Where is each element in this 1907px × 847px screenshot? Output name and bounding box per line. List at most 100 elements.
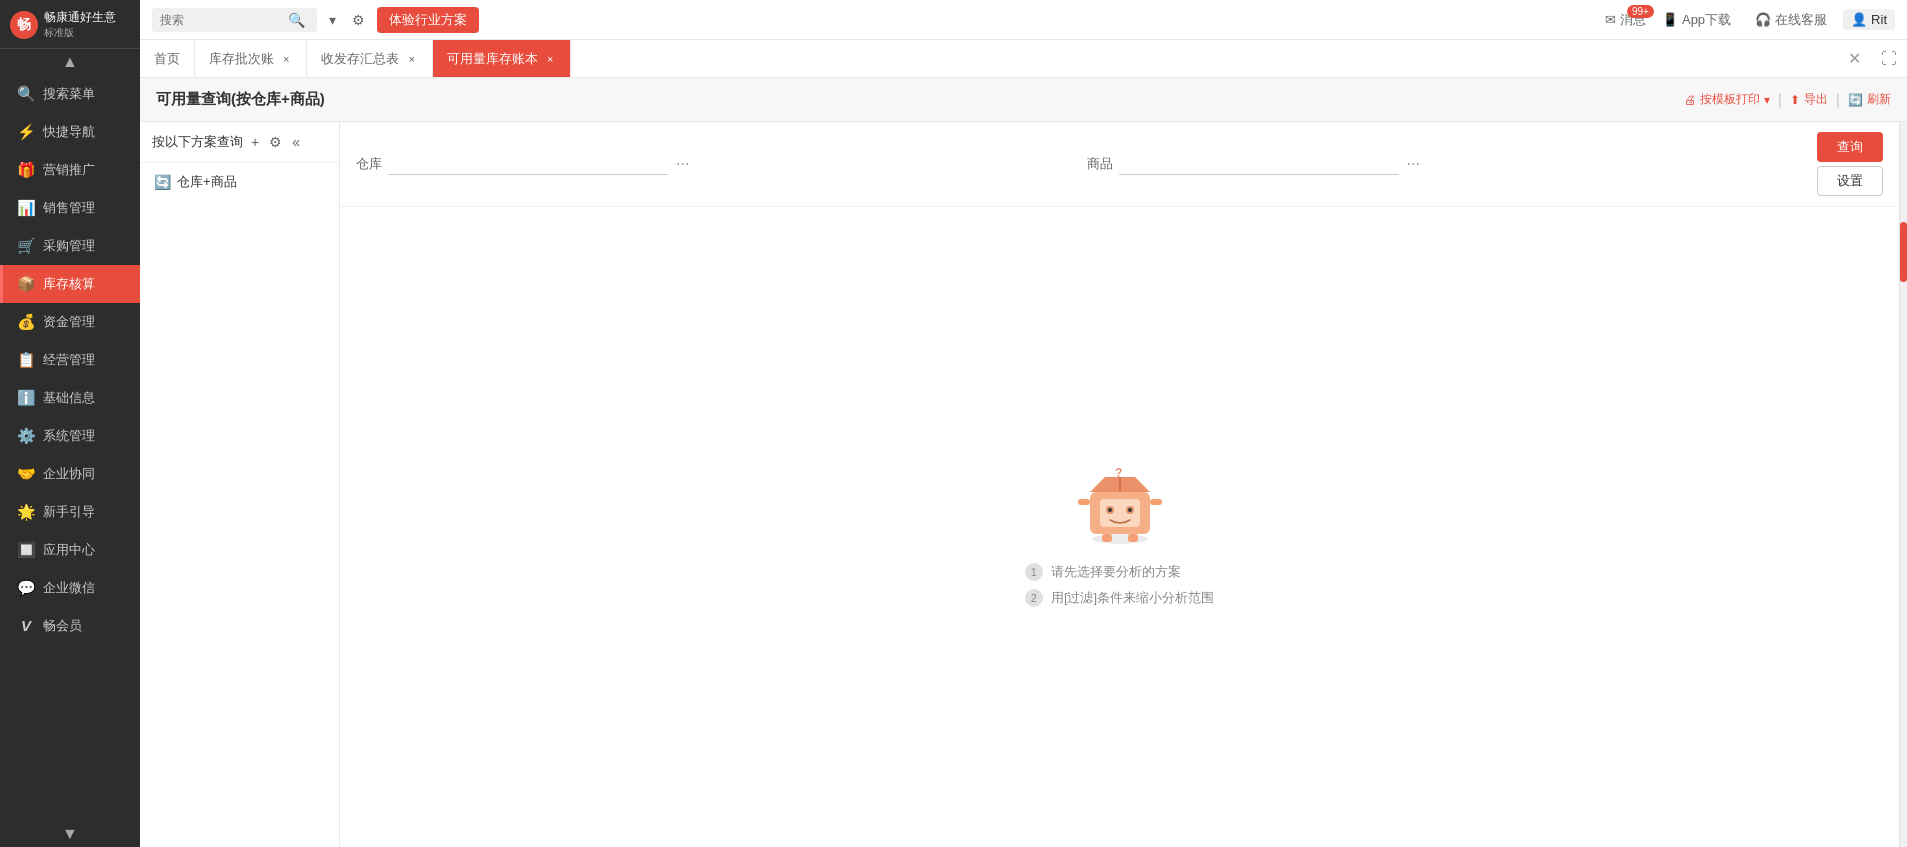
wechat-icon: 💬 <box>17 579 35 597</box>
svg-text:?: ? <box>1115 466 1122 480</box>
sidebar-item-search[interactable]: 🔍 搜索菜单 <box>0 75 140 113</box>
enterprise-icon: 🤝 <box>17 465 35 483</box>
window-controls: ✕ ⛶ <box>1838 40 1907 77</box>
user-avatar: 👤 <box>1851 12 1867 27</box>
marketing-icon: 🎁 <box>17 161 35 179</box>
refresh-btn[interactable]: 🔄 刷新 <box>1848 91 1891 108</box>
export-btn[interactable]: ⬆ 导出 <box>1790 91 1828 108</box>
tab-batch-ledger[interactable]: 库存批次账 × <box>195 40 307 77</box>
search-icon: 🔍 <box>17 85 35 103</box>
svg-point-0 <box>1092 534 1148 544</box>
online-service-btn[interactable]: 🎧 在线客服 <box>1747 11 1835 29</box>
sidebar-item-inventory[interactable]: 📦 库存核算 <box>0 265 140 303</box>
empty-hint-1: 1 请先选择要分析的方案 <box>1025 563 1214 581</box>
search-icon-btn[interactable]: 🔍 <box>284 10 309 30</box>
goods-label: 商品 <box>1087 155 1113 173</box>
search-input[interactable] <box>160 13 280 27</box>
svg-rect-11 <box>1128 534 1138 542</box>
right-panel: 仓库 ··· 商品 ··· 查询 设置 <box>340 122 1899 847</box>
sidebar-item-guide[interactable]: 🌟 新手引导 <box>0 493 140 531</box>
sales-icon: 📊 <box>17 199 35 217</box>
sidebar: 畅 畅康通好生意 标准版 ▲ 🔍 搜索菜单 ⚡ 快捷导航 🎁 营销推广 📊 销售… <box>0 0 140 847</box>
sidebar-item-marketing[interactable]: 🎁 营销推广 <box>0 151 140 189</box>
warehouse-input[interactable] <box>388 153 668 175</box>
sidebar-item-basic-info[interactable]: ℹ️ 基础信息 <box>0 379 140 417</box>
goods-more-btn[interactable]: ··· <box>1405 153 1422 175</box>
dropdown-btn[interactable]: ▾ <box>325 10 340 30</box>
system-icon: ⚙️ <box>17 427 35 445</box>
message-btn[interactable]: ✉ 消息 99+ <box>1605 11 1646 29</box>
goods-input[interactable] <box>1119 153 1399 175</box>
right-scrollbar[interactable] <box>1899 122 1907 847</box>
user-profile-btn[interactable]: 👤 Rit <box>1843 9 1895 30</box>
headset-icon: 🎧 <box>1755 12 1771 27</box>
tab-close-available-ledger[interactable]: × <box>544 52 556 66</box>
sidebar-menu: 🔍 搜索菜单 ⚡ 快捷导航 🎁 营销推广 📊 销售管理 🛒 采购管理 📦 库存核… <box>0 75 140 821</box>
app-icon: 畅 <box>10 11 38 39</box>
filter-settings-btn[interactable]: 设置 <box>1817 166 1883 196</box>
tab-close-batch-ledger[interactable]: × <box>280 52 292 66</box>
mobile-icon: 📱 <box>1662 12 1678 27</box>
svg-rect-9 <box>1150 499 1162 505</box>
print-dropdown-icon: ▾ <box>1764 93 1770 107</box>
empty-hint-2: 2 用[过滤]条件来缩小分析范围 <box>1025 589 1214 607</box>
goods-filter-group: 商品 ··· <box>1087 153 1806 175</box>
scheme-panel-header: 按以下方案查询 + ⚙ « <box>140 122 339 163</box>
svg-rect-10 <box>1102 534 1112 542</box>
export-icon: ⬆ <box>1790 93 1800 107</box>
filter-bar: 仓库 ··· 商品 ··· 查询 设置 <box>340 122 1899 207</box>
app-center-icon: 🔲 <box>17 541 35 559</box>
collapse-panel-btn[interactable]: « <box>290 132 302 152</box>
warehouse-more-btn[interactable]: ··· <box>674 153 691 175</box>
settings-gear-btn[interactable]: ⚙ <box>348 10 369 30</box>
sidebar-item-quick-nav[interactable]: ⚡ 快捷导航 <box>0 113 140 151</box>
empty-state: ? 1 请先选择要分析的方案 2 用[过滤]条件来缩小分析范围 <box>340 207 1899 847</box>
expand-tab-btn[interactable]: ⛶ <box>1871 40 1907 77</box>
page-header: 可用量查询(按仓库+商品) 🖨 按模板打印 ▾ | ⬆ 导出 | 🔄 刷新 <box>140 78 1907 122</box>
message-badge: 99+ <box>1627 5 1654 18</box>
guide-icon: 🌟 <box>17 503 35 521</box>
scheme-item-warehouse-goods[interactable]: 🔄 仓库+商品 <box>140 163 339 201</box>
sidebar-item-finance[interactable]: 💰 资金管理 <box>0 303 140 341</box>
basic-info-icon: ℹ️ <box>17 389 35 407</box>
sidebar-item-purchase[interactable]: 🛒 采购管理 <box>0 227 140 265</box>
main-area: 🔍 ▾ ⚙ 体验行业方案 ✉ 消息 99+ 📱 App下载 🎧 在线客服 👤 R… <box>140 0 1907 847</box>
app-download-btn[interactable]: 📱 App下载 <box>1654 11 1739 29</box>
sidebar-item-sales[interactable]: 📊 销售管理 <box>0 189 140 227</box>
page-title: 可用量查询(按仓库+商品) <box>156 90 1684 109</box>
sidebar-item-enterprise[interactable]: 🤝 企业协同 <box>0 455 140 493</box>
sidebar-item-operations[interactable]: 📋 经营管理 <box>0 341 140 379</box>
scheme-item-icon: 🔄 <box>154 174 171 190</box>
quick-nav-icon: ⚡ <box>17 123 35 141</box>
refresh-icon: 🔄 <box>1848 93 1863 107</box>
scrollbar-thumb <box>1900 222 1907 282</box>
sidebar-scroll-up[interactable]: ▲ <box>0 49 140 75</box>
print-btn[interactable]: 🖨 按模板打印 ▾ <box>1684 91 1770 108</box>
scheme-panel-label: 按以下方案查询 <box>152 133 243 151</box>
add-scheme-btn[interactable]: + <box>249 132 261 152</box>
empty-illustration: ? <box>1070 447 1170 547</box>
empty-hints: 1 请先选择要分析的方案 2 用[过滤]条件来缩小分析范围 <box>1025 563 1214 607</box>
close-tab-btn[interactable]: ✕ <box>1838 40 1871 77</box>
top-header: 🔍 ▾ ⚙ 体验行业方案 ✉ 消息 99+ 📱 App下载 🎧 在线客服 👤 R… <box>140 0 1907 40</box>
sidebar-item-app-center[interactable]: 🔲 应用中心 <box>0 531 140 569</box>
app-version: 标准版 <box>44 26 116 40</box>
tab-close-stock-summary[interactable]: × <box>405 52 417 66</box>
query-btn[interactable]: 查询 <box>1817 132 1883 162</box>
warehouse-filter-group: 仓库 ··· <box>356 153 1075 175</box>
trial-btn[interactable]: 体验行业方案 <box>377 7 479 33</box>
tab-stock-summary[interactable]: 收发存汇总表 × <box>307 40 432 77</box>
message-icon: ✉ <box>1605 12 1616 27</box>
tab-available-ledger[interactable]: 可用量库存账本 × <box>433 40 571 77</box>
sidebar-item-system[interactable]: ⚙️ 系统管理 <box>0 417 140 455</box>
sidebar-scroll-down[interactable]: ▼ <box>0 821 140 847</box>
page-actions: 🖨 按模板打印 ▾ | ⬆ 导出 | 🔄 刷新 <box>1684 91 1891 109</box>
sidebar-item-wechat[interactable]: 💬 企业微信 <box>0 569 140 607</box>
svg-point-6 <box>1108 508 1112 512</box>
sidebar-item-member[interactable]: V 畅会员 <box>0 607 140 645</box>
tab-bar: 首页 库存批次账 × 收发存汇总表 × 可用量库存账本 × ✕ ⛶ <box>140 40 1907 78</box>
search-group: 🔍 <box>152 8 317 32</box>
tab-home[interactable]: 首页 <box>140 40 195 77</box>
scheme-settings-btn[interactable]: ⚙ <box>267 132 284 152</box>
sidebar-logo: 畅 畅康通好生意 标准版 <box>0 0 140 49</box>
